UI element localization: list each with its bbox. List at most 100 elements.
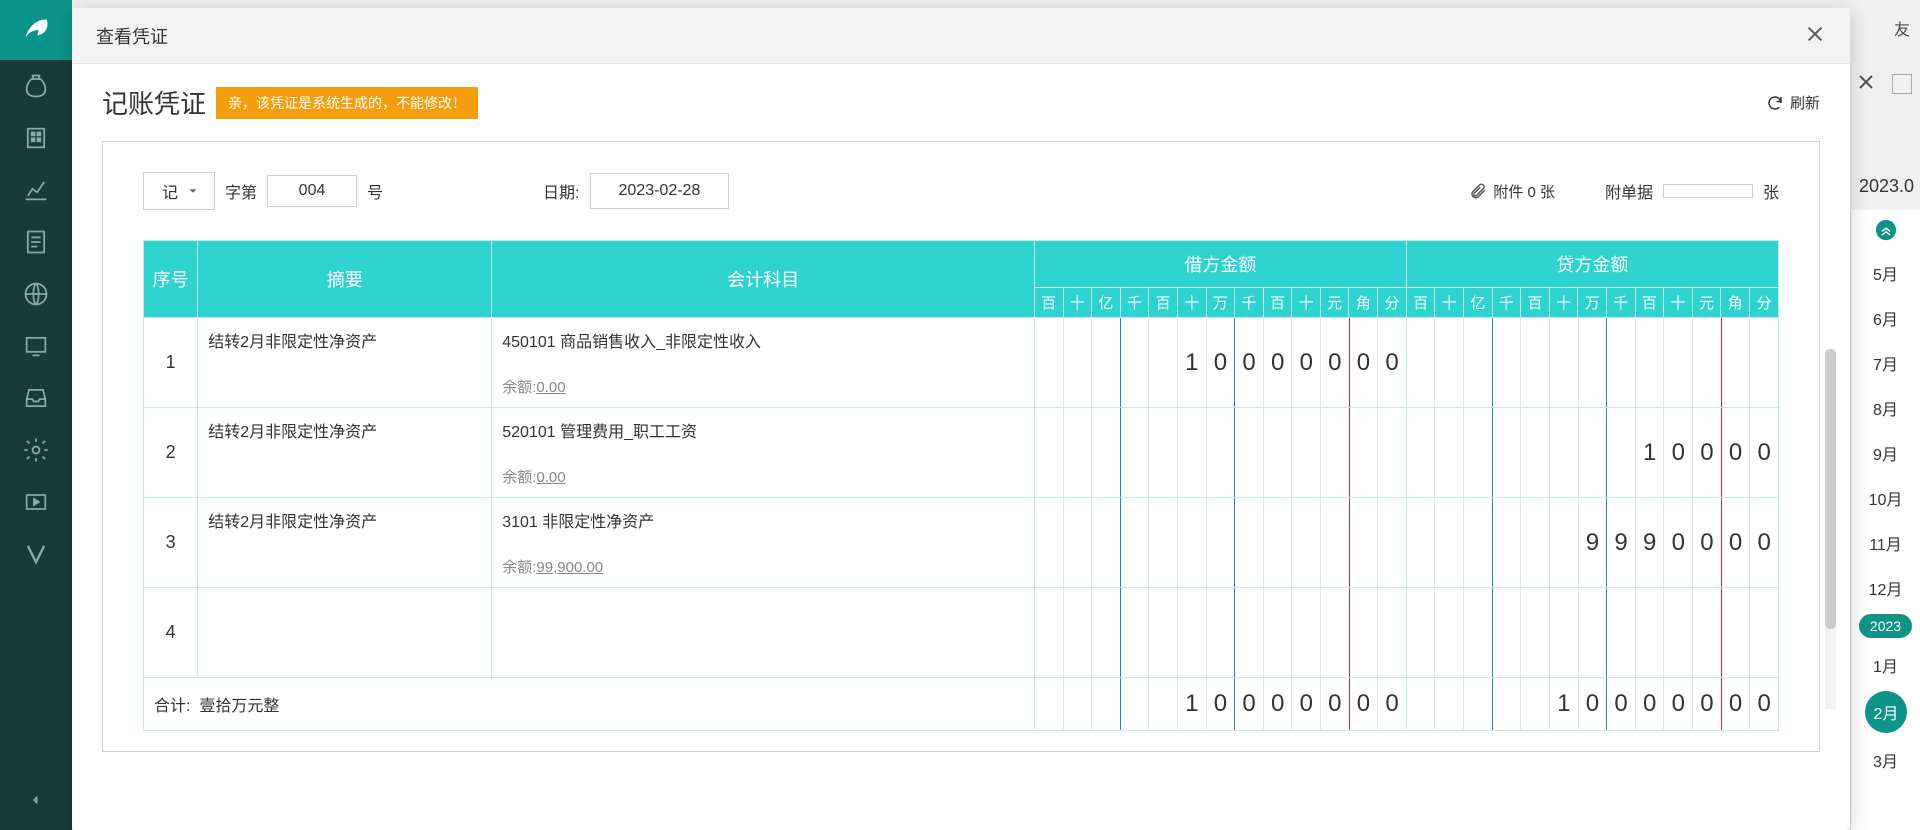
- nav-inbox[interactable]: [0, 372, 72, 424]
- th-unit: 亿: [1464, 288, 1493, 318]
- new-tab-icon[interactable]: [1892, 74, 1912, 94]
- voucher-type-select[interactable]: 记: [143, 172, 215, 210]
- collapse-sidebar[interactable]: [0, 780, 72, 820]
- close-tab-icon[interactable]: [1854, 70, 1878, 97]
- refresh-label: 刷新: [1790, 92, 1820, 113]
- gear-icon: [22, 436, 50, 464]
- attach2-label: 附单据: [1605, 179, 1653, 203]
- table-row: 4: [144, 588, 1779, 678]
- nav-device[interactable]: [0, 320, 72, 372]
- cell-summary[interactable]: [198, 588, 492, 678]
- total-label: 合计: 壹拾万元整: [144, 678, 1035, 731]
- amount-cell[interactable]: [1034, 498, 1406, 588]
- attachment-label: 附件 0 张: [1493, 181, 1555, 202]
- month-item[interactable]: 5月: [1851, 250, 1920, 295]
- top-remnant: 友: [1884, 0, 1920, 56]
- amount-cell[interactable]: 9990000: [1406, 498, 1778, 588]
- th-unit: 十: [1549, 288, 1578, 318]
- month-item[interactable]: 9月: [1851, 430, 1920, 475]
- th-unit: 十: [1664, 288, 1693, 318]
- month-item[interactable]: 2月: [1865, 691, 1907, 733]
- globe-icon: [22, 280, 50, 308]
- cell-subject[interactable]: [492, 588, 1035, 678]
- th-unit: 百: [1034, 288, 1063, 318]
- nav-receipt[interactable]: [0, 216, 72, 268]
- cell-subject[interactable]: 520101 管理费用_职工工资余额:0.00: [492, 408, 1035, 498]
- cell-summary[interactable]: 结转2月非限定性净资产: [198, 498, 492, 588]
- cell-subject[interactable]: 3101 非限定性净资产余额:99,900.00: [492, 498, 1035, 588]
- th-unit: 十: [1063, 288, 1092, 318]
- video-icon: [22, 488, 50, 516]
- voucher-number-input[interactable]: 004: [267, 175, 357, 207]
- cell-subject[interactable]: 450101 商品销售收入_非限定性收入余额:0.00: [492, 318, 1035, 408]
- th-unit: 十: [1292, 288, 1321, 318]
- month-item[interactable]: 1月: [1851, 642, 1920, 687]
- month-item[interactable]: 10月: [1851, 475, 1920, 520]
- amount-cell[interactable]: [1034, 588, 1406, 678]
- attach2-input[interactable]: [1663, 184, 1753, 198]
- month-item[interactable]: 12月: [1851, 565, 1920, 610]
- scrollbar-track[interactable]: [1825, 349, 1836, 709]
- th-unit: 百: [1521, 288, 1550, 318]
- th-unit: 角: [1721, 288, 1750, 318]
- attachment-link[interactable]: 附件 0 张: [1469, 181, 1555, 202]
- scroll-top-button[interactable]: [1851, 210, 1920, 250]
- th-debit: 借方金额: [1034, 241, 1406, 288]
- voucher-title-row: 记账凭证 亲，该凭证是系统生成的，不能修改！ 刷新: [102, 84, 1820, 121]
- month-item[interactable]: 6月: [1851, 295, 1920, 340]
- scrollbar-thumb[interactable]: [1825, 349, 1836, 629]
- close-button[interactable]: [1804, 23, 1826, 48]
- amount-cell[interactable]: 10000000: [1034, 318, 1406, 408]
- app-logo[interactable]: [0, 0, 72, 60]
- th-subject: 会计科目: [492, 241, 1035, 318]
- nav-building[interactable]: [0, 112, 72, 164]
- amount-cell[interactable]: [1406, 588, 1778, 678]
- th-unit: 万: [1206, 288, 1235, 318]
- modal-backdrop: 查看凭证 记账凭证 亲，该凭证是系统生成的，不能修改！ 刷新 记 字第: [72, 8, 1850, 830]
- nav-video[interactable]: [0, 476, 72, 528]
- nav-chart[interactable]: [0, 164, 72, 216]
- nav-globe[interactable]: [0, 268, 72, 320]
- nav-v[interactable]: [0, 528, 72, 580]
- cell-summary[interactable]: 结转2月非限定性净资产: [198, 408, 492, 498]
- hao-label: 号: [367, 179, 383, 203]
- period-display: 2023.0: [1853, 168, 1920, 205]
- amount-cell[interactable]: [1406, 318, 1778, 408]
- modal-header: 查看凭证: [72, 8, 1850, 64]
- cell-seq: 4: [144, 588, 198, 678]
- cell-seq: 2: [144, 408, 198, 498]
- attach2-unit: 张: [1763, 179, 1779, 203]
- amount-cell[interactable]: 10000000: [1406, 678, 1778, 731]
- amount-cell[interactable]: 10000000: [1034, 678, 1406, 731]
- date-label: 日期:: [543, 179, 579, 203]
- th-unit: 百: [1635, 288, 1664, 318]
- nav-settings[interactable]: [0, 424, 72, 476]
- refresh-button[interactable]: 刷新: [1766, 92, 1820, 113]
- cell-summary[interactable]: 结转2月非限定性净资产: [198, 318, 492, 408]
- th-unit: 千: [1120, 288, 1149, 318]
- chevron-down-icon: [186, 184, 200, 198]
- inbox-icon: [22, 384, 50, 412]
- amount-cell[interactable]: 10000: [1406, 408, 1778, 498]
- month-item[interactable]: 3月: [1851, 737, 1920, 782]
- voucher-title: 记账凭证: [102, 84, 206, 121]
- amount-cell[interactable]: [1034, 408, 1406, 498]
- month-item[interactable]: 11月: [1851, 520, 1920, 565]
- th-unit: 十: [1435, 288, 1464, 318]
- th-unit: 百: [1149, 288, 1178, 318]
- year-badge[interactable]: 2023: [1859, 614, 1912, 638]
- month-item[interactable]: 8月: [1851, 385, 1920, 430]
- th-unit: 千: [1607, 288, 1636, 318]
- view-voucher-modal: 查看凭证 记账凭证 亲，该凭证是系统生成的，不能修改！ 刷新 记 字第: [72, 8, 1850, 830]
- paperclip-icon: [1469, 182, 1487, 200]
- th-unit: 元: [1320, 288, 1349, 318]
- th-unit: 分: [1378, 288, 1407, 318]
- date-input[interactable]: 2023-02-28: [590, 173, 730, 209]
- th-unit: 十: [1177, 288, 1206, 318]
- receipt-icon: [22, 228, 50, 256]
- nav-money[interactable]: [0, 60, 72, 112]
- chevron-left-icon: [27, 791, 45, 809]
- zidi-label: 字第: [225, 179, 257, 203]
- table-row: 3结转2月非限定性净资产3101 非限定性净资产余额:99,900.009990…: [144, 498, 1779, 588]
- month-item[interactable]: 7月: [1851, 340, 1920, 385]
